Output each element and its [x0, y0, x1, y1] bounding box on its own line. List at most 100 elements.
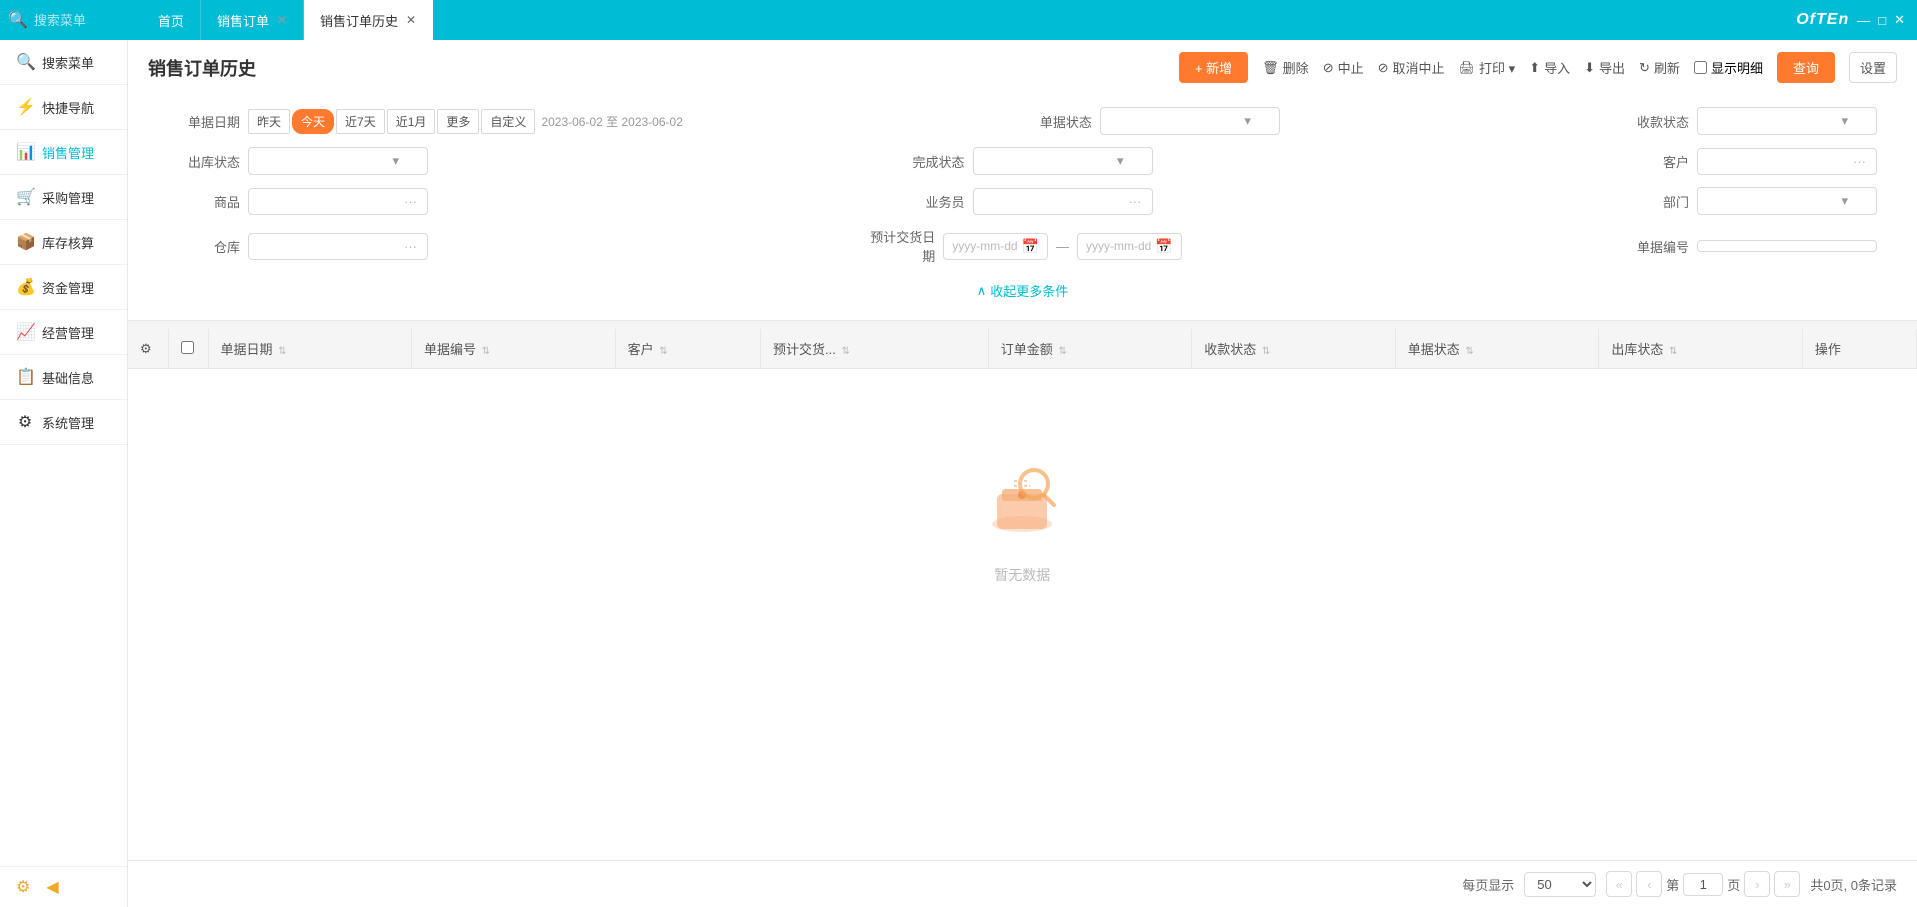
col-amount-sort-icon: ⇅ — [1058, 346, 1066, 357]
main-layout: 🔍 搜索菜单 ⚡ 快捷导航 📊 销售管理 🛒 采购管理 📦 库存核算 💰 资金管… — [0, 40, 1917, 907]
table-area: ⚙ 单据日期 ⇅ 单据编号 ⇅ — [128, 329, 1917, 860]
customer-input[interactable]: ··· — [1697, 148, 1877, 175]
search-input[interactable] — [34, 13, 134, 28]
col-no[interactable]: 单据编号 ⇅ — [412, 329, 616, 369]
settings-icon[interactable]: ⚙ — [140, 341, 152, 356]
show-detail-checkbox-wrap[interactable]: 显示明细 — [1694, 58, 1763, 77]
col-bill-status[interactable]: 单据状态 ⇅ — [1395, 329, 1599, 369]
table-settings-col[interactable]: ⚙ — [128, 329, 168, 369]
col-payment[interactable]: 收款状态 ⇅ — [1192, 329, 1396, 369]
export-button[interactable]: ⬇ 导出 — [1584, 58, 1625, 77]
tab-sales-order[interactable]: 销售订单 ✕ — [201, 0, 304, 40]
page-title-row: 销售订单历史 + 新增 🗑 删除 ⊘ 中止 ⊘ 取消中止 — [148, 52, 1897, 83]
search-bar[interactable]: 🔍 — [0, 0, 142, 40]
page-title: 销售订单历史 — [148, 55, 256, 81]
select-all-checkbox[interactable] — [181, 341, 194, 354]
sidebar-item-search-menu[interactable]: 🔍 搜索菜单 — [0, 40, 127, 85]
table-checkbox-col[interactable] — [168, 329, 208, 369]
date-btn-more[interactable]: 更多 — [437, 109, 479, 134]
delivery-end-input[interactable]: yyyy-mm-dd — [1086, 239, 1151, 253]
order-no-input[interactable] — [1697, 240, 1877, 252]
empty-state-row: 暂无数据 — [128, 369, 1917, 666]
delivery-start-cal-icon[interactable]: 📅 — [1022, 238, 1039, 255]
customer-dots[interactable]: ··· — [1853, 154, 1866, 169]
complete-arrow-icon: ▾ — [1117, 153, 1124, 169]
per-page-select[interactable]: 50 100 200 — [1524, 872, 1596, 897]
date-btn-7days[interactable]: 近7天 — [336, 109, 385, 134]
stop-button[interactable]: ⊘ 中止 — [1323, 58, 1364, 77]
page-suffix-label: 页 — [1727, 875, 1740, 894]
settings-button[interactable]: 设置 — [1849, 52, 1897, 83]
table-body: 暂无数据 — [128, 369, 1917, 666]
sidebar-collapse-icon[interactable]: ◀ — [46, 877, 58, 897]
tab-sales-order-history[interactable]: 销售订单历史 ✕ — [304, 0, 433, 40]
date-btn-1month[interactable]: 近1月 — [387, 109, 436, 134]
page-input[interactable] — [1683, 873, 1723, 896]
collapse-bar[interactable]: ∧ 收起更多条件 — [168, 277, 1877, 308]
sidebar-item-operation[interactable]: 📈 经营管理 — [0, 310, 127, 355]
goods-dots[interactable]: ··· — [404, 194, 417, 209]
date-btn-yesterday[interactable]: 昨天 — [248, 109, 290, 134]
page-header: 销售订单历史 + 新增 🗑 删除 ⊘ 中止 ⊘ 取消中止 — [128, 40, 1917, 321]
sidebar-item-finance[interactable]: 💰 资金管理 — [0, 265, 127, 310]
warehouse-dots[interactable]: ··· — [404, 239, 417, 254]
close-btn[interactable]: ✕ — [1894, 12, 1905, 28]
outstock-select[interactable]: ▾ — [248, 147, 428, 175]
print-button[interactable]: 🖨 打印 ▾ — [1459, 58, 1516, 77]
tab-home[interactable]: 首页 — [142, 0, 201, 40]
first-page-btn[interactable]: « — [1606, 871, 1632, 897]
goods-input[interactable]: ··· — [248, 188, 428, 215]
prev-page-btn[interactable]: ‹ — [1636, 871, 1662, 897]
date-btn-today[interactable]: 今天 — [292, 109, 334, 134]
col-out-sort-icon: ⇅ — [1669, 346, 1677, 357]
delivery-end-wrap[interactable]: yyyy-mm-dd 📅 — [1077, 233, 1182, 260]
sidebar-item-system[interactable]: ⚙ 系统管理 — [0, 400, 127, 445]
sidebar-item-sales[interactable]: 📊 销售管理 — [0, 130, 127, 175]
salesman-dots[interactable]: ··· — [1129, 194, 1142, 209]
col-out-status[interactable]: 出库状态 ⇅ — [1599, 329, 1803, 369]
status-select[interactable]: ▾ — [1100, 107, 1280, 135]
maximize-btn[interactable]: □ — [1878, 13, 1886, 28]
show-detail-label: 显示明细 — [1711, 58, 1763, 77]
total-info: 共0页, 0条记录 — [1810, 875, 1897, 894]
last-page-btn[interactable]: » — [1774, 871, 1800, 897]
sidebar-item-basic-label: 基础信息 — [42, 368, 94, 387]
sidebar-item-purchase[interactable]: 🛒 采购管理 — [0, 175, 127, 220]
tab-sales-order-close[interactable]: ✕ — [277, 13, 287, 27]
brand-label: OfTEn — [1796, 11, 1849, 29]
sidebar-item-quick-nav[interactable]: ⚡ 快捷导航 — [0, 85, 127, 130]
order-no-label: 单据编号 — [1617, 237, 1697, 256]
sidebar-item-inventory[interactable]: 📦 库存核算 — [0, 220, 127, 265]
date-btn-custom[interactable]: 自定义 — [481, 109, 535, 134]
delivery-start-input[interactable]: yyyy-mm-dd — [952, 239, 1017, 253]
delivery-end-cal-icon[interactable]: 📅 — [1155, 238, 1172, 255]
refresh-button[interactable]: ↻ 刷新 — [1639, 58, 1680, 77]
complete-select[interactable]: ▾ — [973, 147, 1153, 175]
delete-button[interactable]: 🗑 删除 — [1262, 58, 1309, 77]
warehouse-input[interactable]: ··· — [248, 233, 428, 260]
tab-sales-order-history-close[interactable]: ✕ — [406, 13, 416, 27]
minimize-btn[interactable]: — — [1857, 13, 1870, 28]
table-header-row: ⚙ 单据日期 ⇅ 单据编号 ⇅ — [128, 329, 1917, 369]
payment-select[interactable]: ▾ — [1697, 107, 1877, 135]
delivery-start-wrap[interactable]: yyyy-mm-dd 📅 — [943, 233, 1048, 260]
col-date[interactable]: 单据日期 ⇅ — [208, 329, 412, 369]
cancel-stop-button[interactable]: ⊘ 取消中止 — [1378, 58, 1445, 77]
goods-label: 商品 — [168, 192, 248, 211]
dept-select[interactable]: ▾ — [1697, 187, 1877, 215]
salesman-input[interactable]: ··· — [973, 188, 1153, 215]
show-detail-checkbox[interactable] — [1694, 61, 1707, 74]
next-page-btn[interactable]: › — [1744, 871, 1770, 897]
col-delivery-sort-icon: ⇅ — [841, 346, 849, 357]
query-button[interactable]: 查询 — [1777, 52, 1835, 83]
import-button[interactable]: ⬆ 导入 — [1529, 58, 1570, 77]
warehouse-label: 仓库 — [168, 237, 248, 256]
sidebar-item-basic[interactable]: 📋 基础信息 — [0, 355, 127, 400]
col-customer[interactable]: 客户 ⇅ — [615, 329, 760, 369]
col-amount[interactable]: 订单金额 ⇅ — [988, 329, 1192, 369]
col-delivery[interactable]: 预计交货... ⇅ — [760, 329, 988, 369]
new-button[interactable]: + 新增 — [1179, 52, 1248, 83]
pagination-bar: 每页显示 50 100 200 « ‹ 第 页 › » 共0页, 0条记录 — [128, 860, 1917, 907]
sidebar-settings-icon[interactable]: ⚙ — [16, 877, 30, 897]
outstock-label: 出库状态 — [168, 152, 248, 171]
